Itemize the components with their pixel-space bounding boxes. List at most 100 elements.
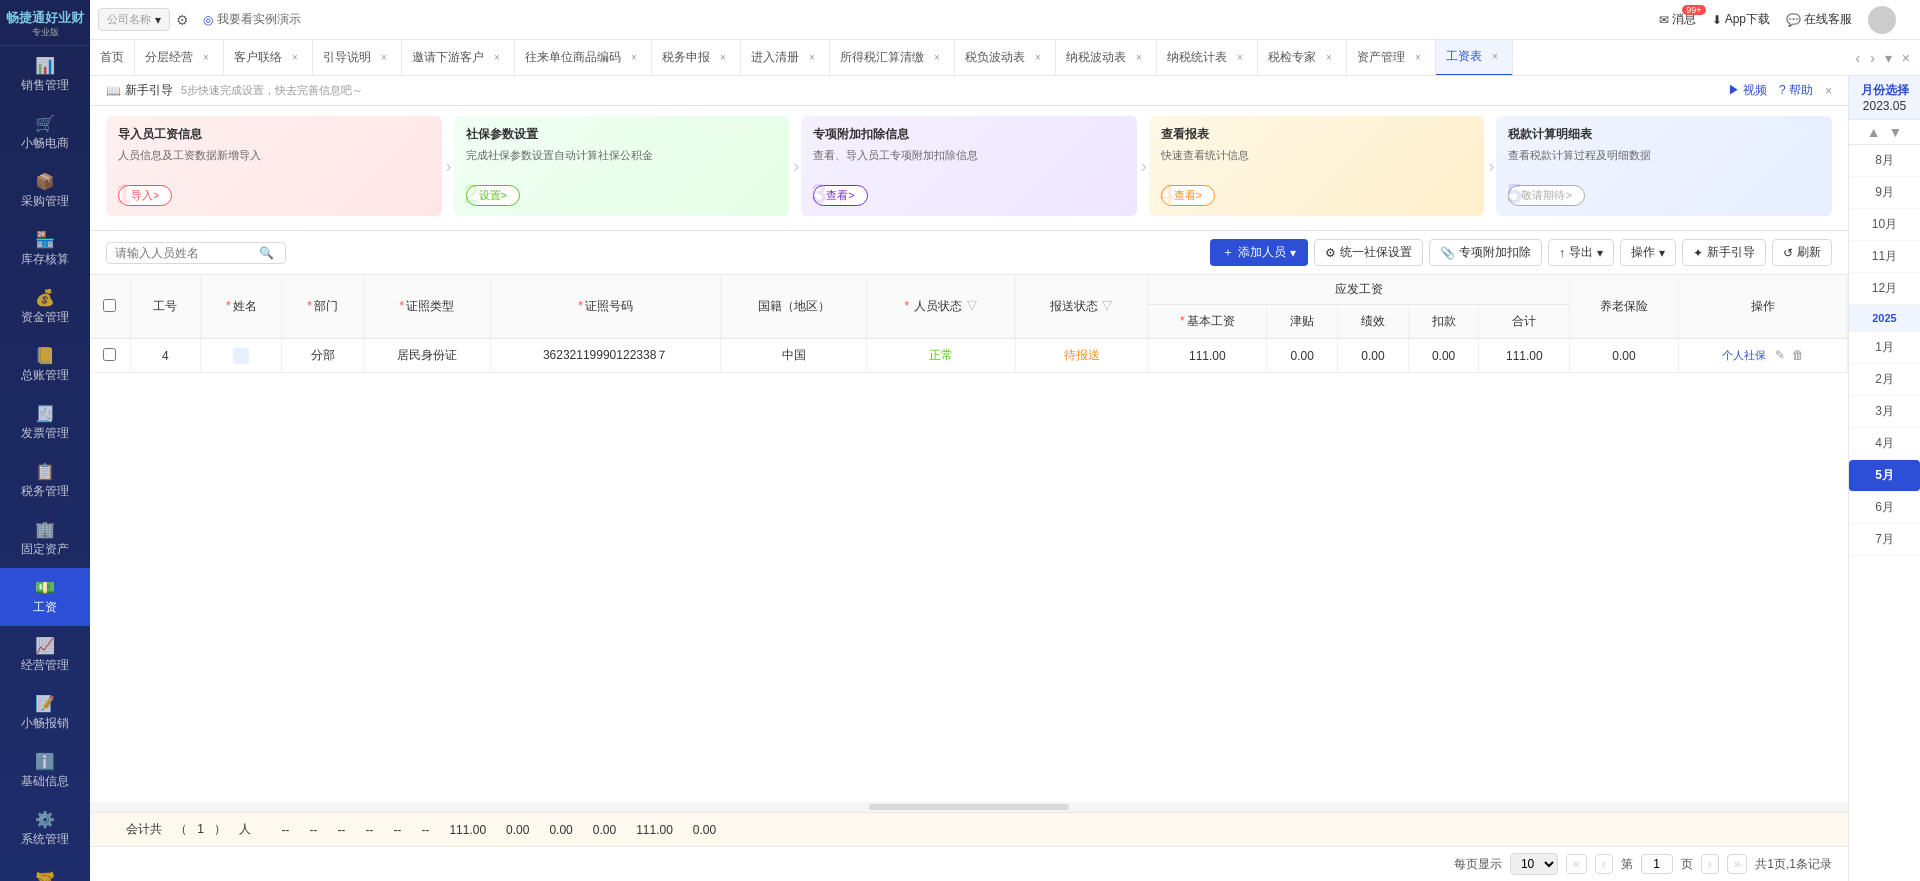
page-number-input[interactable] bbox=[1641, 854, 1673, 874]
th-status-label: 人员状态 bbox=[914, 299, 962, 313]
tab-income-tax[interactable]: 所得税汇算清缴 × bbox=[830, 40, 955, 76]
export-btn[interactable]: ↑ 导出 ▾ bbox=[1548, 239, 1614, 266]
select-all-checkbox[interactable] bbox=[103, 299, 116, 312]
close-icon[interactable]: × bbox=[1488, 50, 1502, 64]
guide-close-btn[interactable]: × bbox=[1825, 84, 1832, 98]
tab-asset[interactable]: 资产管理 × bbox=[1347, 40, 1436, 76]
tab-close-all-btn[interactable]: × bbox=[1898, 48, 1914, 68]
month-7[interactable]: 7月 bbox=[1849, 524, 1920, 556]
month-5[interactable]: 5月 bbox=[1849, 460, 1920, 492]
per-page-select[interactable]: 10 20 50 bbox=[1510, 853, 1558, 875]
tab-tax-change[interactable]: 纳税波动表 × bbox=[1056, 40, 1157, 76]
month-down-btn[interactable]: ▼ bbox=[1887, 124, 1905, 140]
tab-checkin[interactable]: 进入清册 × bbox=[741, 40, 830, 76]
tab-customer[interactable]: 客户联络 × bbox=[224, 40, 313, 76]
close-icon[interactable]: × bbox=[1031, 51, 1045, 65]
month-2[interactable]: 2月 bbox=[1849, 364, 1920, 396]
month-up-btn[interactable]: ▲ bbox=[1865, 124, 1883, 140]
add-person-btn[interactable]: ＋ 添加人员 ▾ bbox=[1210, 239, 1308, 266]
step3-title: 专项附加扣除信息 bbox=[813, 126, 1125, 143]
sidebar-item-system[interactable]: ⚙️ 系统管理 bbox=[0, 800, 90, 858]
filter-icon[interactable]: ▽ bbox=[966, 299, 978, 313]
tab-next-btn[interactable]: › bbox=[1866, 48, 1879, 68]
company-selector[interactable]: 公司名称 ▾ bbox=[98, 8, 170, 31]
search-input[interactable] bbox=[115, 246, 255, 260]
action-btn[interactable]: 操作 ▾ bbox=[1620, 239, 1676, 266]
tab-tier[interactable]: 分层经营 × bbox=[135, 40, 224, 76]
prev-page-btn[interactable]: ‹ bbox=[1595, 854, 1613, 874]
month-8[interactable]: 8月 bbox=[1849, 145, 1920, 177]
edit-icon[interactable]: ✎ bbox=[1775, 348, 1785, 362]
filter-send-icon[interactable]: ▽ bbox=[1101, 299, 1113, 313]
guide-video-btn[interactable]: ▶ 视频 bbox=[1728, 82, 1767, 99]
refresh-btn[interactable]: ↺ 刷新 bbox=[1772, 239, 1832, 266]
tab-prev-btn[interactable]: ‹ bbox=[1851, 48, 1864, 68]
personal-social-link[interactable]: 个人社保 bbox=[1722, 349, 1766, 361]
first-page-btn[interactable]: « bbox=[1566, 854, 1587, 874]
month-1[interactable]: 1月 bbox=[1849, 332, 1920, 364]
tab-guide[interactable]: 引导说明 × bbox=[313, 40, 402, 76]
month-12[interactable]: 12月 bbox=[1849, 273, 1920, 305]
sidebar-item-ecommerce[interactable]: 🛒 小畅电商 bbox=[0, 104, 90, 162]
tab-tax-report[interactable]: 税务申报 × bbox=[652, 40, 741, 76]
close-icon[interactable]: × bbox=[627, 51, 641, 65]
special-deduction-btn[interactable]: 📎 专项附加扣除 bbox=[1429, 239, 1542, 266]
close-icon[interactable]: × bbox=[930, 51, 944, 65]
sidebar-item-invoice[interactable]: 🧾 发票管理 bbox=[0, 394, 90, 452]
step3-desc: 查看、导入员工专项附加扣除信息 bbox=[813, 147, 1125, 177]
sidebar-item-inventory[interactable]: 🏪 库存核算 bbox=[0, 220, 90, 278]
delete-icon[interactable]: 🗑 bbox=[1792, 348, 1804, 362]
sidebar-item-basic[interactable]: ℹ️ 基础信息 bbox=[0, 742, 90, 800]
message-btn[interactable]: ✉ 消息 99+ bbox=[1659, 11, 1696, 28]
online-service-btn[interactable]: 💬 在线客服 bbox=[1786, 11, 1852, 28]
next-page-btn[interactable]: › bbox=[1701, 854, 1719, 874]
month-3[interactable]: 3月 bbox=[1849, 396, 1920, 428]
close-icon[interactable]: × bbox=[1411, 51, 1425, 65]
month-4[interactable]: 4月 bbox=[1849, 428, 1920, 460]
close-icon[interactable]: × bbox=[1233, 51, 1247, 65]
last-page-btn[interactable]: » bbox=[1727, 854, 1748, 874]
tab-product-code[interactable]: 往来单位商品编码 × bbox=[515, 40, 652, 76]
avatar[interactable] bbox=[1868, 6, 1896, 34]
close-icon[interactable]: × bbox=[199, 51, 213, 65]
tab-invite[interactable]: 邀请下游客户 × bbox=[402, 40, 515, 76]
step-5-card: 税款计算明细表 查看税款计算过程及明细数据 敬请期待> 5 bbox=[1496, 116, 1832, 216]
month-9[interactable]: 9月 bbox=[1849, 177, 1920, 209]
tab-tax-expert[interactable]: 税检专家 × bbox=[1258, 40, 1347, 76]
social-settings-btn[interactable]: ⚙ 统一社保设置 bbox=[1314, 239, 1423, 266]
sidebar-item-purchase[interactable]: 📦 采购管理 bbox=[0, 162, 90, 220]
close-icon[interactable]: × bbox=[1322, 51, 1336, 65]
search-icon[interactable]: 🔍 bbox=[259, 246, 274, 260]
month-11[interactable]: 11月 bbox=[1849, 241, 1920, 273]
tab-payroll[interactable]: 工资表 × bbox=[1436, 40, 1513, 76]
close-icon[interactable]: × bbox=[805, 51, 819, 65]
demo-link[interactable]: ◎ 我要看实例演示 bbox=[203, 11, 301, 28]
close-icon[interactable]: × bbox=[288, 51, 302, 65]
close-icon[interactable]: × bbox=[490, 51, 504, 65]
tab-home[interactable]: 首页 bbox=[90, 40, 135, 76]
sidebar-item-tax[interactable]: 📋 税务管理 bbox=[0, 452, 90, 510]
tab-tax-burden[interactable]: 税负波动表 × bbox=[955, 40, 1056, 76]
sidebar-item-sales[interactable]: 📊 销售管理 bbox=[0, 46, 90, 104]
sidebar-item-assets[interactable]: 🏢 固定资产 bbox=[0, 510, 90, 568]
row-checkbox[interactable] bbox=[103, 348, 116, 361]
month-6[interactable]: 6月 bbox=[1849, 492, 1920, 524]
sidebar-item-payroll[interactable]: 💵 工资 bbox=[0, 568, 90, 626]
app-download-btn[interactable]: ⬇ App下载 bbox=[1712, 11, 1770, 28]
tab-tax-stats[interactable]: 纳税统计表 × bbox=[1157, 40, 1258, 76]
sidebar-item-ledger[interactable]: 📒 总账管理 bbox=[0, 336, 90, 394]
tab-more-btn[interactable]: ▾ bbox=[1881, 48, 1896, 68]
settings-icon[interactable]: ⚙ bbox=[176, 12, 189, 28]
guide-help-btn[interactable]: ? 帮助 bbox=[1779, 82, 1813, 99]
close-icon[interactable]: × bbox=[377, 51, 391, 65]
scroll-thumb[interactable] bbox=[869, 804, 1069, 810]
close-icon[interactable]: × bbox=[716, 51, 730, 65]
newbie-guide-btn[interactable]: ✦ 新手引导 bbox=[1682, 239, 1766, 266]
horizontal-scrollbar[interactable] bbox=[90, 802, 1848, 812]
sidebar-item-collab[interactable]: 🤝 企业协同 bbox=[0, 858, 90, 881]
close-icon[interactable]: × bbox=[1132, 51, 1146, 65]
sidebar-item-ops[interactable]: 📈 经营管理 bbox=[0, 626, 90, 684]
sidebar-item-expense[interactable]: 📝 小畅报销 bbox=[0, 684, 90, 742]
sidebar-item-finance[interactable]: 💰 资金管理 bbox=[0, 278, 90, 336]
month-10[interactable]: 10月 bbox=[1849, 209, 1920, 241]
